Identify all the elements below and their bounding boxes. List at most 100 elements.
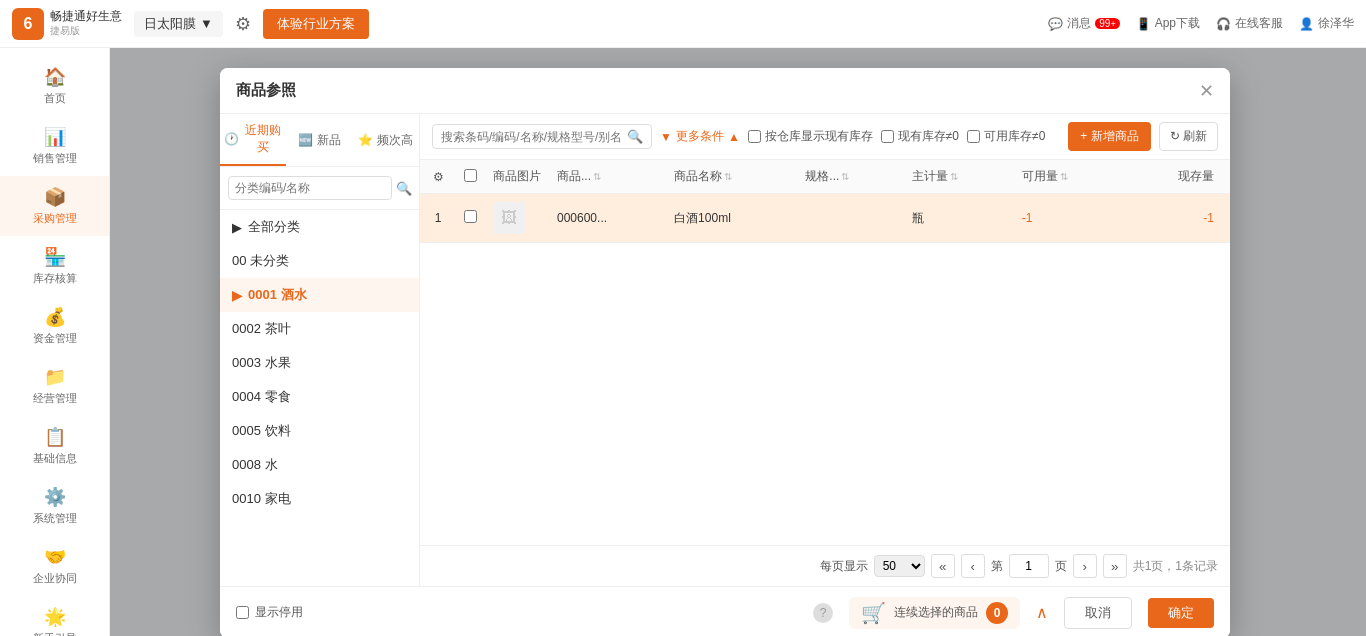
- logo-icon: 6: [12, 8, 44, 40]
- cat-item-1[interactable]: ▶ 0001 酒水: [220, 278, 419, 312]
- product-content-panel: 🔍 ▼ 更多条件 ▲ 按仓库显示现有库存: [420, 114, 1230, 586]
- sidebar-item-management[interactable]: 📁 经营管理: [0, 356, 109, 416]
- row-checkbox[interactable]: [464, 210, 477, 223]
- select-all-checkbox[interactable]: [464, 169, 477, 182]
- management-icon: 📁: [44, 366, 66, 388]
- toolbar-right: + 新增商品 ↻ 刷新: [1068, 122, 1218, 151]
- top-nav: 6 畅捷通好生意 捷易版 日太阳膜 ▼ ⚙ 体验行业方案 💬 消息 99+ 📱 …: [0, 0, 1366, 48]
- confirm-btn[interactable]: 确定: [1148, 598, 1214, 628]
- cat-item-5[interactable]: 0005 饮料: [220, 414, 419, 448]
- row-avail: -1: [1014, 194, 1124, 243]
- sidebar-item-system[interactable]: ⚙️ 系统管理: [0, 476, 109, 536]
- user-btn[interactable]: 👤 徐泽华: [1299, 15, 1354, 32]
- headset-icon: 🎧: [1216, 17, 1231, 31]
- avail-check-label[interactable]: 可用库存≠0: [967, 128, 1045, 145]
- logo-area: 6 畅捷通好生意 捷易版: [12, 8, 122, 40]
- table-row[interactable]: 1 🖼 000600... 白酒100ml: [420, 194, 1230, 243]
- row-name: 白酒100ml: [666, 194, 797, 243]
- sidebar-item-finance[interactable]: 💰 资金管理: [0, 296, 109, 356]
- cat-item-all[interactable]: ▶ 全部分类: [220, 210, 419, 244]
- warehouse-checkbox[interactable]: [748, 130, 761, 143]
- finance-icon: 💰: [44, 306, 66, 328]
- sidebar-item-collab[interactable]: 🤝 企业协同: [0, 536, 109, 596]
- category-panel: 🕐 近期购买 🆕 新品 ⭐ 频次高: [220, 114, 420, 586]
- purchase-icon: 📦: [44, 186, 66, 208]
- stock-check-label[interactable]: 现有库存≠0: [881, 128, 959, 145]
- col-name-header[interactable]: 商品名称⇅: [666, 160, 797, 194]
- msg-btn[interactable]: 💬 消息 99+: [1048, 15, 1119, 32]
- cat-tab-new[interactable]: 🆕 新品: [286, 114, 352, 166]
- content-area: 商品参照 ✕ 🕐 近期购买 🆕 新品: [110, 48, 1366, 636]
- sidebar-item-sales[interactable]: 📊 销售管理: [0, 116, 109, 176]
- category-search-input[interactable]: [228, 176, 392, 200]
- user-avatar: 👤: [1299, 17, 1314, 31]
- service-btn[interactable]: 🎧 在线客服: [1216, 15, 1283, 32]
- product-table: ⚙ 商品图片 商品...⇅ 商品名称⇅: [420, 160, 1230, 243]
- modal-footer: 显示停用 ? 🛒 连续选择的商品 0 ∧ 取消 确定: [220, 586, 1230, 636]
- page-suffix: 页: [1055, 558, 1067, 575]
- system-icon: ⚙️: [44, 486, 66, 508]
- cat-1-arrow: ▶: [232, 288, 242, 303]
- help-icon[interactable]: ?: [813, 603, 833, 623]
- avail-checkbox[interactable]: [967, 130, 980, 143]
- product-search-icon[interactable]: 🔍: [627, 129, 643, 144]
- footer-collapse-btn[interactable]: ∧: [1036, 603, 1048, 622]
- col-settings[interactable]: ⚙: [420, 160, 456, 194]
- category-search-icon[interactable]: 🔍: [396, 181, 412, 196]
- cat-item-3[interactable]: 0003 水果: [220, 346, 419, 380]
- basic-icon: 📋: [44, 426, 66, 448]
- filter-arrow-icon: ▲: [728, 130, 740, 144]
- warehouse-check-label[interactable]: 按仓库显示现有库存: [748, 128, 873, 145]
- add-product-btn[interactable]: + 新增商品: [1068, 122, 1150, 151]
- nav-dropdown-arrow: ▼: [200, 16, 213, 31]
- col-stock-header[interactable]: 现存量: [1124, 160, 1230, 194]
- page-input[interactable]: [1009, 554, 1049, 578]
- guide-icon: 🌟: [44, 606, 66, 628]
- cat-item-2[interactable]: 0002 茶叶: [220, 312, 419, 346]
- modal-header: 商品参照 ✕: [220, 68, 1230, 114]
- sidebar-item-guide[interactable]: 🌟 新手引导: [0, 596, 109, 636]
- refresh-btn[interactable]: ↻ 刷新: [1159, 122, 1218, 151]
- show-disabled-checkbox[interactable]: [236, 606, 249, 619]
- product-table-container: ⚙ 商品图片 商品...⇅ 商品名称⇅: [420, 160, 1230, 545]
- cat-item-0[interactable]: 00 未分类: [220, 244, 419, 278]
- cat-item-4[interactable]: 0004 零食: [220, 380, 419, 414]
- more-filter-btn[interactable]: ▼ 更多条件 ▲: [660, 128, 740, 145]
- last-page-btn[interactable]: »: [1103, 554, 1127, 578]
- sidebar-item-basic[interactable]: 📋 基础信息: [0, 416, 109, 476]
- col-avail-header[interactable]: 可用量⇅: [1014, 160, 1124, 194]
- col-spec-header[interactable]: 规格...⇅: [797, 160, 903, 194]
- home-icon: 🏠: [44, 66, 66, 88]
- show-disabled-label[interactable]: 显示停用: [236, 604, 303, 621]
- logo-text: 畅捷通好生意: [50, 9, 122, 25]
- product-modal: 商品参照 ✕ 🕐 近期购买 🆕 新品: [220, 68, 1230, 636]
- row-code: 000600...: [549, 194, 666, 243]
- row-spec: [797, 194, 903, 243]
- cat-tab-frequent[interactable]: ⭐ 频次高: [353, 114, 419, 166]
- row-unit: 瓶: [904, 194, 1014, 243]
- modal-close-btn[interactable]: ✕: [1199, 80, 1214, 102]
- nav-dropdown[interactable]: 日太阳膜 ▼: [134, 11, 223, 37]
- cat-tab-recent[interactable]: 🕐 近期购买: [220, 114, 286, 166]
- col-unit-header[interactable]: 主计量⇅: [904, 160, 1014, 194]
- cart-area[interactable]: 🛒 连续选择的商品 0: [849, 597, 1020, 629]
- per-page-select[interactable]: 50 100 200: [874, 555, 925, 577]
- msg-icon: 💬: [1048, 17, 1063, 31]
- next-page-btn[interactable]: ›: [1073, 554, 1097, 578]
- app-download-btn[interactable]: 📱 App下载: [1136, 15, 1200, 32]
- cancel-btn[interactable]: 取消: [1064, 597, 1132, 629]
- page-info: 共1页，1条记录: [1133, 558, 1218, 575]
- sidebar-item-inventory[interactable]: 🏪 库存核算: [0, 236, 109, 296]
- sidebar-item-purchase[interactable]: 📦 采购管理: [0, 176, 109, 236]
- gear-icon[interactable]: ⚙: [235, 13, 251, 35]
- first-page-btn[interactable]: «: [931, 554, 955, 578]
- cat-item-6[interactable]: 0008 水: [220, 448, 419, 482]
- cat-item-7[interactable]: 0010 家电: [220, 482, 419, 516]
- prev-page-btn[interactable]: ‹: [961, 554, 985, 578]
- col-code-header[interactable]: 商品...⇅: [549, 160, 666, 194]
- row-img-cell: 🖼: [485, 194, 549, 243]
- sidebar-item-home[interactable]: 🏠 首页: [0, 56, 109, 116]
- trial-btn[interactable]: 体验行业方案: [263, 9, 369, 39]
- product-search-input[interactable]: [441, 130, 623, 144]
- stock-checkbox[interactable]: [881, 130, 894, 143]
